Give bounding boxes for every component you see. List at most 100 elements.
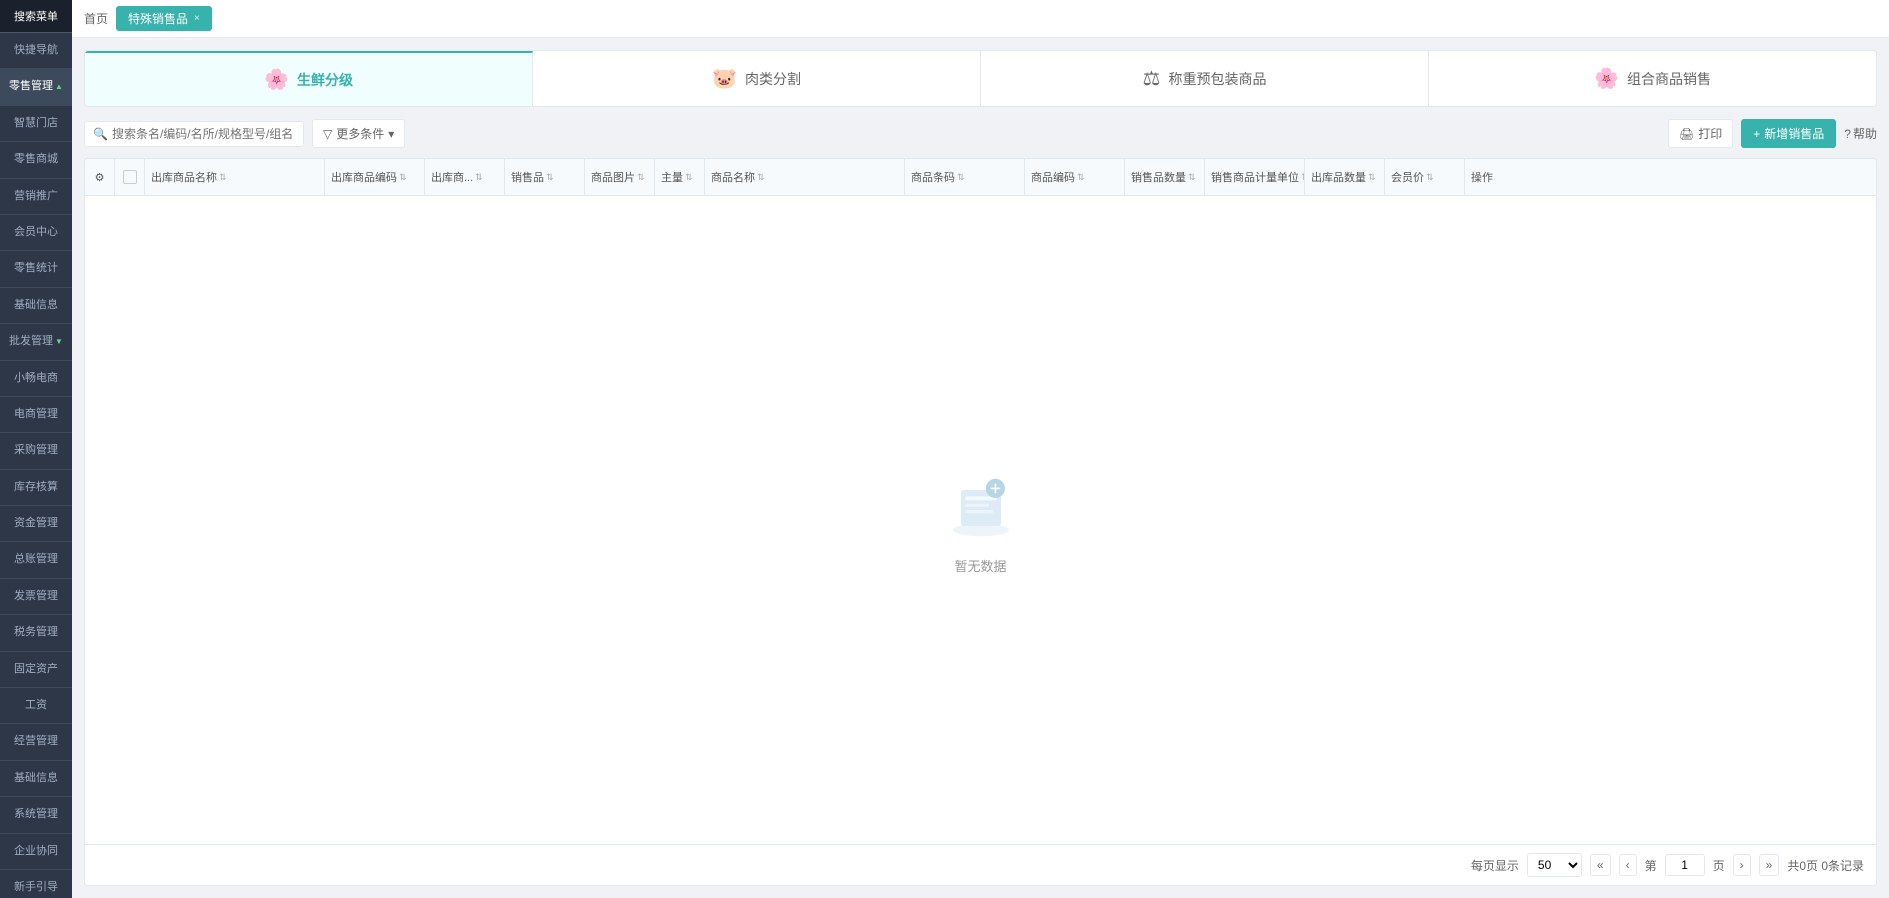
sidebar-item-ops-mgmt[interactable]: 经营管理 — [0, 724, 72, 760]
sidebar-item-quick-nav[interactable]: 快捷导航 — [0, 33, 72, 69]
page-label: 第 — [1645, 857, 1657, 874]
empty-state: 暂无数据 — [85, 196, 1876, 844]
sidebar-item-salary[interactable]: 工资 — [0, 688, 72, 724]
help-button[interactable]: ? 帮助 — [1844, 125, 1877, 142]
sort-icon[interactable]: ⇅ — [1188, 172, 1196, 183]
plus-icon: + — [1753, 127, 1760, 141]
empty-illustration — [941, 466, 1021, 546]
filter-label: 更多条件 — [336, 125, 384, 142]
sort-icon[interactable]: ⇅ — [1368, 172, 1376, 183]
filter-button[interactable]: ▽ 更多条件 ▾ — [312, 119, 405, 148]
sidebar-item-ecom-mgmt[interactable]: 电商管理 — [0, 397, 72, 433]
sidebar-item-wholesale-mgmt[interactable]: 批发管理 ▼ — [0, 324, 72, 360]
topbar: 首页 特殊销售品 × — [72, 0, 1889, 38]
sidebar-item-purchase-mgmt[interactable]: 采购管理 — [0, 433, 72, 469]
sidebar-item-member-center[interactable]: 会员中心 — [0, 215, 72, 251]
sort-icon[interactable]: ⇅ — [475, 172, 483, 183]
empty-text: 暂无数据 — [954, 556, 1006, 575]
sidebar-item-retail-stats[interactable]: 零售统计 — [0, 251, 72, 287]
th-gear[interactable]: ⚙ — [85, 159, 115, 195]
sidebar-search-label: 搜索菜单 — [14, 11, 58, 23]
table-header: ⚙ 出库商品名称 ⇅ 出库商品编码 ⇅ 出库商... ⇅ — [85, 159, 1876, 196]
th-sale-qty: 销售品数量 ⇅ — [1125, 159, 1205, 195]
cat-tab-combo-sale-label: 组合商品销售 — [1627, 69, 1711, 89]
active-tab[interactable]: 特殊销售品 × — [116, 6, 212, 31]
cat-tab-weigh-pack[interactable]: ⚖ 称重预包装商品 — [981, 51, 1429, 106]
main-area: 首页 特殊销售品 × 🌸 生鲜分级 🐷 肉类分割 ⚖ 称重预包装商品 🌸 组合商… — [72, 0, 1889, 898]
sidebar-item-tax-mgmt[interactable]: 税务管理 — [0, 615, 72, 651]
th-barcode: 商品条码 ⇅ — [905, 159, 1025, 195]
first-page-button[interactable]: « — [1590, 854, 1611, 876]
cat-tab-meat-cut[interactable]: 🐷 肉类分割 — [533, 51, 981, 106]
cat-tab-fresh-grade[interactable]: 🌸 生鲜分级 — [85, 51, 533, 106]
print-label: 打印 — [1698, 125, 1722, 142]
sort-icon[interactable]: ⇅ — [399, 172, 407, 183]
page-content: 🌸 生鲜分级 🐷 肉类分割 ⚖ 称重预包装商品 🌸 组合商品销售 🔍 — [72, 38, 1889, 898]
cat-tab-combo-sale[interactable]: 🌸 组合商品销售 — [1429, 51, 1876, 106]
sidebar-item-mini-ecom[interactable]: 小畅电商 — [0, 361, 72, 397]
search-input[interactable] — [112, 127, 295, 141]
th-checkbox[interactable] — [115, 159, 145, 195]
sidebar-item-inventory[interactable]: 库存核算 — [0, 470, 72, 506]
sidebar-item-sys-mgmt[interactable]: 系统管理 — [0, 797, 72, 833]
cat-tab-fresh-grade-label: 生鲜分级 — [297, 70, 353, 90]
th-main: 主量 ⇅ — [655, 159, 705, 195]
sort-icon[interactable]: ⇅ — [957, 172, 965, 183]
sort-icon[interactable]: ⇅ — [546, 172, 554, 183]
page-size-label: 每页显示 — [1471, 857, 1519, 874]
sort-icon[interactable]: ⇅ — [757, 172, 765, 183]
th-prod-code: 商品编码 ⇅ — [1025, 159, 1125, 195]
sidebar-item-corp-agreement[interactable]: 企业协同 — [0, 834, 72, 870]
help-label: 帮助 — [1853, 125, 1877, 142]
page-size-select[interactable]: 50 10 20 100 — [1527, 853, 1582, 877]
data-table: ⚙ 出库商品名称 ⇅ 出库商品编码 ⇅ 出库商... ⇅ — [84, 158, 1877, 886]
page-suffix: 页 — [1713, 857, 1725, 874]
sort-icon[interactable]: ⇅ — [1077, 172, 1085, 183]
th-out-qty: 出库品数量 ⇅ — [1305, 159, 1385, 195]
sort-icon[interactable]: ⇅ — [1426, 172, 1434, 183]
th-out-code: 出库商品编码 ⇅ — [325, 159, 425, 195]
cat-tab-meat-cut-label: 肉类分割 — [745, 69, 801, 89]
weigh-pack-icon: ⚖ — [1143, 66, 1161, 91]
th-img: 商品图片 ⇅ — [585, 159, 655, 195]
sidebar-item-basic-info2[interactable]: 基础信息 — [0, 761, 72, 797]
search-icon: 🔍 — [93, 127, 108, 141]
sidebar-item-invoice-mgmt[interactable]: 发票管理 — [0, 579, 72, 615]
last-page-button[interactable]: » — [1759, 854, 1780, 876]
cat-tab-weigh-pack-label: 称重预包装商品 — [1168, 69, 1266, 89]
sort-icon[interactable]: ⇅ — [685, 172, 693, 183]
help-icon: ? — [1844, 127, 1851, 141]
next-page-button[interactable]: › — [1733, 854, 1751, 876]
th-member-price: 会员价 ⇅ — [1385, 159, 1465, 195]
new-item-button[interactable]: + 新增销售品 — [1741, 119, 1836, 148]
sidebar-item-sales-promo[interactable]: 营销推广 — [0, 179, 72, 215]
sidebar-item-ledger-mgmt[interactable]: 总账管理 — [0, 542, 72, 578]
sidebar-item-finance-mgmt[interactable]: 资金管理 — [0, 506, 72, 542]
sidebar-search[interactable]: 搜索菜单 — [0, 0, 72, 33]
sidebar-item-fixed-assets[interactable]: 固定资产 — [0, 652, 72, 688]
filter-icon: ▽ — [323, 127, 332, 141]
sidebar-item-retail-mall[interactable]: 零售商城 — [0, 142, 72, 178]
print-button[interactable]: 🖨 打印 — [1668, 119, 1733, 148]
page-number-input[interactable] — [1665, 854, 1705, 876]
active-tab-label: 特殊销售品 — [128, 10, 188, 27]
combo-sale-icon: 🌸 — [1594, 66, 1619, 91]
home-link[interactable]: 首页 — [84, 10, 108, 27]
prev-page-button[interactable]: ‹ — [1619, 854, 1637, 876]
sidebar-item-retail-mgmt[interactable]: 零售管理 ▲ — [0, 69, 72, 105]
close-tab-icon[interactable]: × — [194, 13, 200, 24]
new-item-label: 新增销售品 — [1764, 125, 1824, 142]
th-prod-name: 商品名称 ⇅ — [705, 159, 905, 195]
sort-icon[interactable]: ⇅ — [219, 172, 227, 183]
pagination: 每页显示 50 10 20 100 « ‹ 第 页 › » 共0页 0条记录 — [85, 844, 1876, 885]
select-all-checkbox[interactable] — [123, 170, 137, 184]
sidebar-item-new-guide[interactable]: 新手引导 — [0, 870, 72, 898]
sort-icon[interactable]: ⇅ — [637, 172, 645, 183]
th-action: 操作 — [1465, 159, 1525, 195]
sidebar-item-basic-info[interactable]: 基础信息 — [0, 288, 72, 324]
th-out-name: 出库商品名称 ⇅ — [145, 159, 325, 195]
sidebar-item-smart-store[interactable]: 智慧门店 — [0, 106, 72, 142]
search-box[interactable]: 🔍 — [84, 121, 304, 147]
category-tabs: 🌸 生鲜分级 🐷 肉类分割 ⚖ 称重预包装商品 🌸 组合商品销售 — [84, 50, 1877, 107]
gear-icon: ⚙ — [95, 171, 105, 184]
